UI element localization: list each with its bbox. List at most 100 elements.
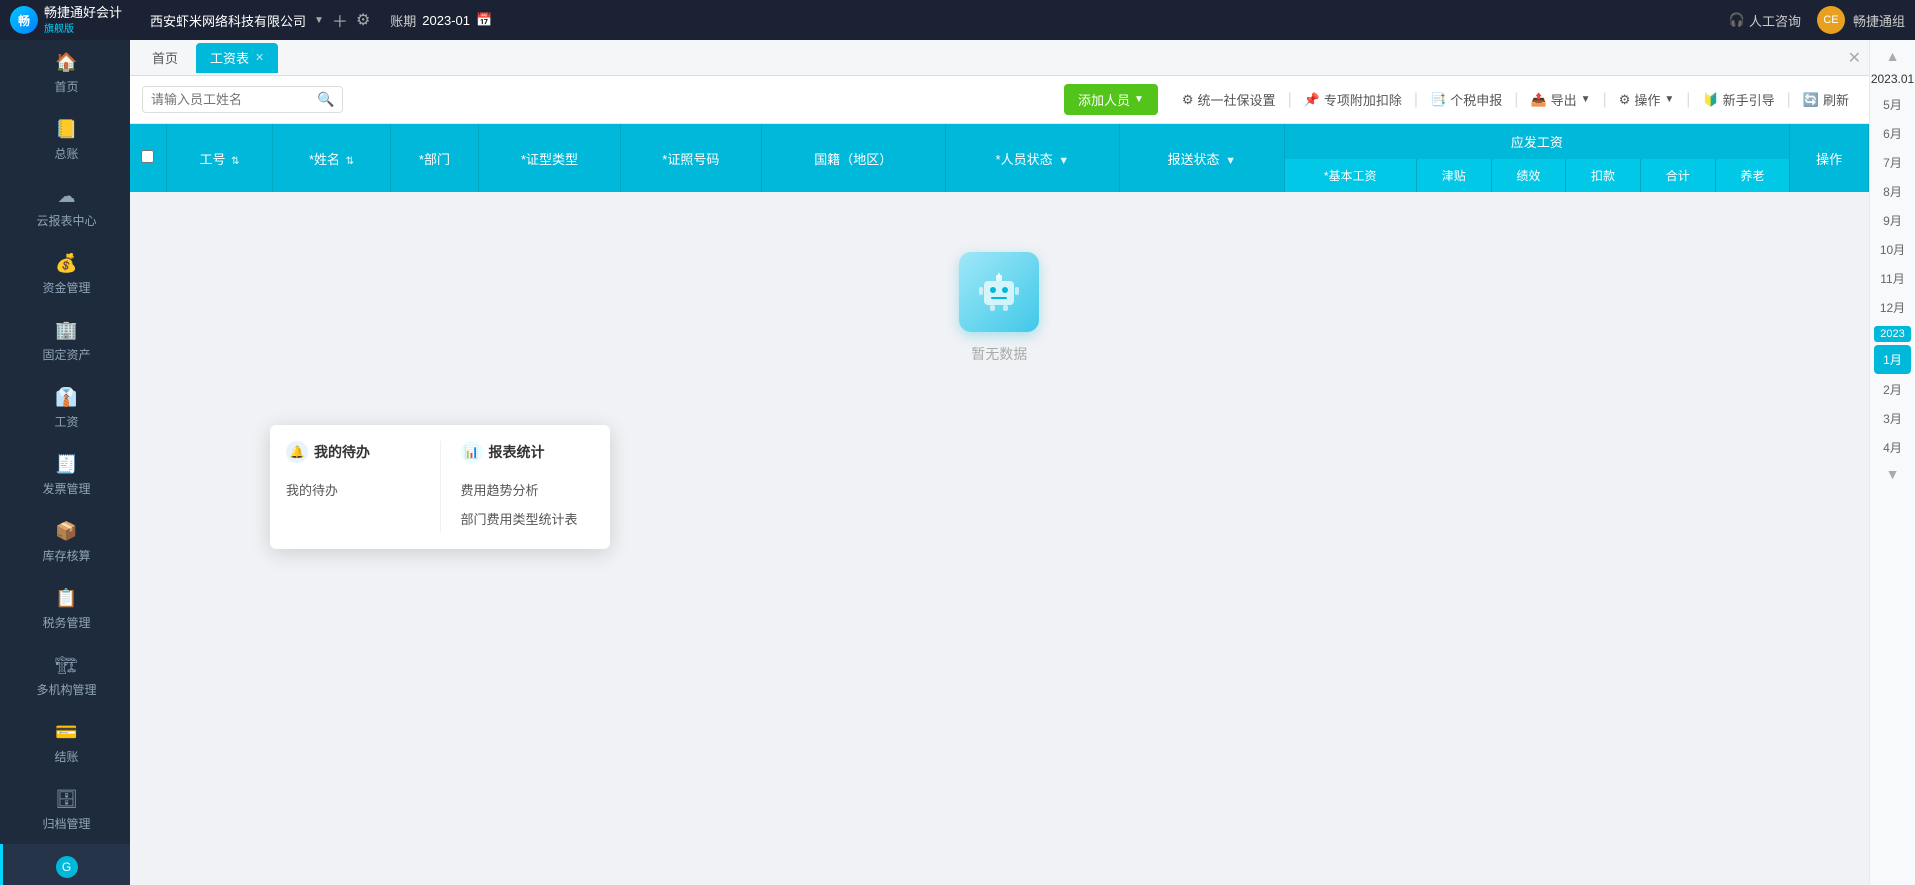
export-icon: 📤 xyxy=(1530,92,1546,108)
timeline-item-aug[interactable]: 8月 xyxy=(1870,177,1915,206)
tab-close-icon[interactable]: ✕ xyxy=(255,51,264,64)
period-value: 2023-01 xyxy=(422,13,470,28)
empty-state: 暂无数据 xyxy=(130,192,1869,424)
sidebar-item-archive[interactable]: 🗄 归档管理 xyxy=(0,777,130,844)
sidebar-item-fund[interactable]: 💰 资金管理 xyxy=(0,241,130,308)
popup-item-my-pending[interactable]: 我的待办 xyxy=(286,475,420,504)
timeline-down-arrow[interactable]: ▼ xyxy=(1882,462,1904,486)
calendar-icon[interactable]: 📅 xyxy=(476,12,492,28)
timeline-header: 2023.01 xyxy=(1869,68,1915,90)
search-icon[interactable]: 🔍 xyxy=(317,91,334,108)
timeline-item-oct[interactable]: 10月 xyxy=(1870,235,1915,264)
timeline-item-feb[interactable]: 2月 xyxy=(1870,375,1915,404)
tax-report-button[interactable]: 📑 个税申报 xyxy=(1422,86,1510,113)
timeline-year-2023: 2023 xyxy=(1874,326,1911,342)
select-all-checkbox[interactable] xyxy=(141,150,154,163)
tab-home[interactable]: 首页 xyxy=(138,43,192,73)
operation-icon: ⚙ xyxy=(1619,92,1631,108)
timeline-item-jul[interactable]: 7月 xyxy=(1870,148,1915,177)
popup-item-cost-trend[interactable]: 费用趋势分析 xyxy=(461,475,595,504)
cloud-icon: ☁ xyxy=(58,186,76,207)
timeline-item-nov[interactable]: 11月 xyxy=(1870,264,1915,293)
headset-icon: 🎧 xyxy=(1729,12,1745,28)
add-company-icon[interactable]: ＋ xyxy=(332,8,348,32)
popup-col-pending: 🔔 我的待办 我的待办 xyxy=(286,441,420,533)
salary-icon: 👔 xyxy=(55,387,77,408)
sidebar-item-home[interactable]: 🏠 首页 xyxy=(0,40,130,107)
empty-state-row: 暂无数据 xyxy=(130,192,1869,424)
status-filter-icon[interactable]: ▼ xyxy=(1058,155,1069,167)
sidebar-item-invoice[interactable]: 🧾 发票管理 xyxy=(0,442,130,509)
name-sort-icon[interactable]: ⇅ xyxy=(346,156,354,167)
tab-salary[interactable]: 工资表 ✕ xyxy=(196,43,278,73)
company-dropdown-icon[interactable]: ▼ xyxy=(314,15,324,26)
invoice-icon: 🧾 xyxy=(55,454,77,475)
sidebar: 🏠 首页 📒 总账 ☁ 云报表中心 💰 资金管理 🏢 固定资产 👔 工资 🧾 发… xyxy=(0,40,130,885)
timeline-item-may[interactable]: 5月 xyxy=(1870,90,1915,119)
deduct-sub-header: 扣款 xyxy=(1566,159,1641,192)
logo-area: 畅 畅捷通好会计 旗舰版 xyxy=(10,5,140,36)
company-name: 西安虾米网络科技有限公司 xyxy=(150,11,306,30)
select-all-header xyxy=(130,124,166,192)
sidebar-item-xiaochang[interactable]: G 小畅报销 ◀ xyxy=(0,844,130,885)
sidebar-item-multi[interactable]: 🏗 多机构管理 xyxy=(0,643,130,710)
inventory-icon: 📦 xyxy=(55,521,77,542)
timeline-item-jun[interactable]: 6月 xyxy=(1870,119,1915,148)
logo-icon: 畅 xyxy=(10,6,38,34)
checkout-icon: 💳 xyxy=(55,722,77,743)
username: 畅捷通组 xyxy=(1853,11,1905,30)
num-sort-icon[interactable]: ⇅ xyxy=(231,156,239,167)
sidebar-item-salary[interactable]: 👔 工资 xyxy=(0,375,130,442)
sidebar-item-cloud[interactable]: ☁ 云报表中心 xyxy=(0,174,130,241)
subsidy-sub-header: 津贴 xyxy=(1416,159,1491,192)
assets-icon: 🏢 xyxy=(55,320,77,341)
social-security-button[interactable]: ⚙ 统一社保设置 xyxy=(1174,86,1284,113)
company-settings-icon[interactable]: ⚙ xyxy=(356,10,370,30)
popup-item-dept-cost[interactable]: 部门费用类型统计表 xyxy=(461,504,595,533)
social-security-icon: ⚙ xyxy=(1182,92,1194,108)
add-dropdown-icon: ▼ xyxy=(1134,94,1144,105)
empty-text: 暂无数据 xyxy=(971,344,1027,364)
sidebar-item-tax[interactable]: 📋 税务管理 xyxy=(0,576,130,643)
tab-area-close-icon[interactable]: ✕ xyxy=(1848,48,1861,68)
pending-icon: 🔔 xyxy=(286,441,308,463)
fund-icon: 💰 xyxy=(55,253,77,274)
operation-button[interactable]: ⚙ 操作 ▼ xyxy=(1611,86,1683,113)
xiaochang-icon: G xyxy=(56,856,78,878)
pension-sub-header: 养老 xyxy=(1715,159,1790,192)
guide-button[interactable]: 🔰 新手引导 xyxy=(1694,86,1782,113)
guide-icon: 🔰 xyxy=(1702,92,1718,108)
timeline-item-sep[interactable]: 9月 xyxy=(1870,206,1915,235)
sidebar-item-checkout[interactable]: 💳 结账 xyxy=(0,710,130,777)
consult-button[interactable]: 🎧 人工咨询 xyxy=(1729,11,1801,30)
company-area[interactable]: 西安虾米网络科技有限公司 ▼ ＋ ⚙ xyxy=(150,8,370,32)
home-icon: 🏠 xyxy=(55,52,77,73)
report-status-header: 报送状态 ▼ xyxy=(1120,124,1284,192)
search-input[interactable] xyxy=(151,92,311,107)
toolbar: 🔍 添加人员 ▼ ⚙ 统一社保设置 | 📌 专项附加扣除 | 📑 xyxy=(130,76,1869,124)
refresh-button[interactable]: 🔄 刷新 xyxy=(1795,86,1857,113)
popup-pending-header: 🔔 我的待办 xyxy=(286,441,420,463)
timeline-item-mar[interactable]: 3月 xyxy=(1870,404,1915,433)
timeline-item-jan[interactable]: 1月 xyxy=(1874,345,1911,374)
export-button[interactable]: 📤 导出 ▼ xyxy=(1522,86,1598,113)
operation-dropdown-icon: ▼ xyxy=(1664,94,1674,105)
cert-num-header: *证照号码 xyxy=(620,124,761,192)
special-deduct-button[interactable]: 📌 专项附加扣除 xyxy=(1296,86,1410,113)
tax-report-icon: 📑 xyxy=(1430,92,1446,108)
main-layout: 🏠 首页 📒 总账 ☁ 云报表中心 💰 资金管理 🏢 固定资产 👔 工资 🧾 发… xyxy=(0,40,1915,885)
timeline-item-dec[interactable]: 12月 xyxy=(1870,293,1915,322)
timeline-up-arrow[interactable]: ▲ xyxy=(1882,44,1904,68)
timeline-item-apr[interactable]: 4月 xyxy=(1870,433,1915,462)
report-filter-icon[interactable]: ▼ xyxy=(1225,155,1236,167)
add-person-button[interactable]: 添加人员 ▼ xyxy=(1064,84,1158,115)
sidebar-item-inventory[interactable]: 📦 库存核算 xyxy=(0,509,130,576)
multi-icon: 🏗 xyxy=(55,655,78,676)
popup-menu: 🔔 我的待办 我的待办 📊 报表统计 费用趋势分析 部门费用类型统计表 xyxy=(270,425,610,549)
reports-icon: 📊 xyxy=(461,441,483,463)
sidebar-item-ledger[interactable]: 📒 总账 xyxy=(0,107,130,174)
user-area[interactable]: CE 畅捷通组 xyxy=(1817,6,1905,34)
sidebar-item-assets[interactable]: 🏢 固定资产 xyxy=(0,308,130,375)
search-box: 🔍 xyxy=(142,86,343,113)
due-salary-header: 应发工资 xyxy=(1284,124,1790,159)
